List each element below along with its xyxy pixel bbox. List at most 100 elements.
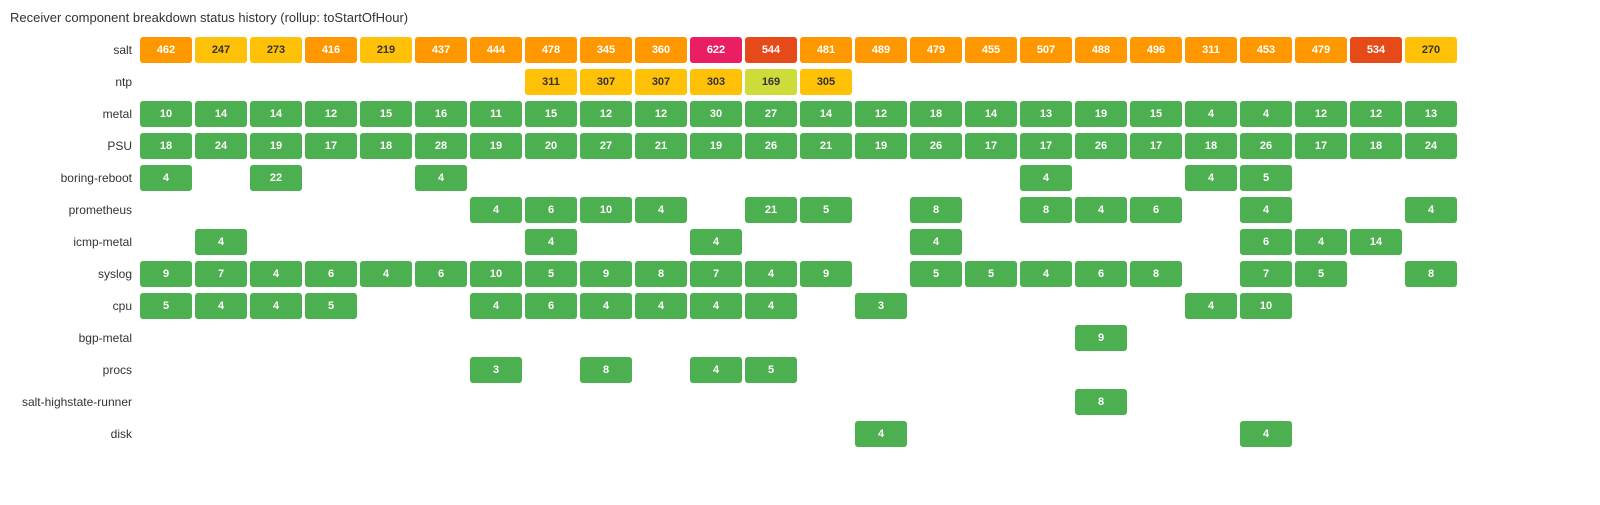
list-item[interactable]: 27 bbox=[745, 101, 797, 127]
list-item[interactable]: 12 bbox=[1295, 101, 1347, 127]
list-item[interactable]: 4 bbox=[1240, 421, 1292, 447]
list-item[interactable]: 8 bbox=[1075, 389, 1127, 415]
list-item[interactable]: 22 bbox=[250, 165, 302, 191]
list-item[interactable]: 5 bbox=[965, 261, 1017, 287]
list-item[interactable]: 273 bbox=[250, 37, 302, 63]
list-item[interactable]: 14 bbox=[1350, 229, 1402, 255]
list-item[interactable]: 10 bbox=[580, 197, 632, 223]
list-item[interactable]: 4 bbox=[580, 293, 632, 319]
list-item[interactable]: 21 bbox=[635, 133, 687, 159]
list-item[interactable]: 4 bbox=[415, 165, 467, 191]
list-item[interactable]: 462 bbox=[140, 37, 192, 63]
list-item[interactable]: 4 bbox=[525, 229, 577, 255]
list-item[interactable]: 481 bbox=[800, 37, 852, 63]
list-item[interactable]: 19 bbox=[250, 133, 302, 159]
list-item[interactable]: 455 bbox=[965, 37, 1017, 63]
list-item[interactable]: 4 bbox=[1295, 229, 1347, 255]
list-item[interactable]: 4 bbox=[635, 197, 687, 223]
list-item[interactable]: 5 bbox=[910, 261, 962, 287]
list-item[interactable]: 9 bbox=[1075, 325, 1127, 351]
list-item[interactable]: 453 bbox=[1240, 37, 1292, 63]
list-item[interactable]: 305 bbox=[800, 69, 852, 95]
list-item[interactable]: 26 bbox=[1240, 133, 1292, 159]
list-item[interactable]: 30 bbox=[690, 101, 742, 127]
list-item[interactable]: 416 bbox=[305, 37, 357, 63]
list-item[interactable]: 4 bbox=[1185, 165, 1237, 191]
list-item[interactable]: 27 bbox=[580, 133, 632, 159]
list-item[interactable]: 5 bbox=[525, 261, 577, 287]
list-item[interactable]: 24 bbox=[195, 133, 247, 159]
list-item[interactable]: 6 bbox=[1075, 261, 1127, 287]
list-item[interactable]: 4 bbox=[745, 293, 797, 319]
list-item[interactable]: 4 bbox=[910, 229, 962, 255]
list-item[interactable]: 10 bbox=[140, 101, 192, 127]
list-item[interactable]: 14 bbox=[195, 101, 247, 127]
list-item[interactable]: 489 bbox=[855, 37, 907, 63]
list-item[interactable]: 4 bbox=[1405, 197, 1457, 223]
list-item[interactable]: 4 bbox=[195, 229, 247, 255]
list-item[interactable]: 7 bbox=[690, 261, 742, 287]
list-item[interactable]: 4 bbox=[1020, 165, 1072, 191]
list-item[interactable]: 18 bbox=[1350, 133, 1402, 159]
list-item[interactable]: 18 bbox=[910, 101, 962, 127]
list-item[interactable]: 16 bbox=[415, 101, 467, 127]
list-item[interactable]: 14 bbox=[800, 101, 852, 127]
list-item[interactable]: 4 bbox=[195, 293, 247, 319]
list-item[interactable]: 24 bbox=[1405, 133, 1457, 159]
list-item[interactable]: 6 bbox=[1130, 197, 1182, 223]
list-item[interactable]: 12 bbox=[580, 101, 632, 127]
list-item[interactable]: 507 bbox=[1020, 37, 1072, 63]
list-item[interactable]: 19 bbox=[470, 133, 522, 159]
list-item[interactable]: 5 bbox=[745, 357, 797, 383]
list-item[interactable]: 219 bbox=[360, 37, 412, 63]
list-item[interactable]: 311 bbox=[525, 69, 577, 95]
list-item[interactable]: 6 bbox=[415, 261, 467, 287]
list-item[interactable]: 11 bbox=[470, 101, 522, 127]
list-item[interactable]: 4 bbox=[470, 293, 522, 319]
list-item[interactable]: 4 bbox=[690, 357, 742, 383]
list-item[interactable]: 7 bbox=[1240, 261, 1292, 287]
list-item[interactable]: 6 bbox=[525, 293, 577, 319]
list-item[interactable]: 19 bbox=[1075, 101, 1127, 127]
list-item[interactable]: 13 bbox=[1405, 101, 1457, 127]
list-item[interactable]: 26 bbox=[745, 133, 797, 159]
list-item[interactable]: 5 bbox=[800, 197, 852, 223]
list-item[interactable]: 496 bbox=[1130, 37, 1182, 63]
list-item[interactable]: 12 bbox=[305, 101, 357, 127]
list-item[interactable]: 10 bbox=[1240, 293, 1292, 319]
list-item[interactable]: 4 bbox=[855, 421, 907, 447]
list-item[interactable]: 14 bbox=[965, 101, 1017, 127]
list-item[interactable]: 479 bbox=[910, 37, 962, 63]
list-item[interactable]: 3 bbox=[470, 357, 522, 383]
list-item[interactable]: 17 bbox=[1295, 133, 1347, 159]
list-item[interactable]: 14 bbox=[250, 101, 302, 127]
list-item[interactable]: 17 bbox=[1130, 133, 1182, 159]
list-item[interactable]: 9 bbox=[800, 261, 852, 287]
list-item[interactable]: 12 bbox=[1350, 101, 1402, 127]
list-item[interactable]: 534 bbox=[1350, 37, 1402, 63]
list-item[interactable]: 17 bbox=[965, 133, 1017, 159]
list-item[interactable]: 8 bbox=[580, 357, 632, 383]
list-item[interactable]: 311 bbox=[1185, 37, 1237, 63]
list-item[interactable]: 28 bbox=[415, 133, 467, 159]
list-item[interactable]: 4 bbox=[360, 261, 412, 287]
list-item[interactable]: 4 bbox=[690, 229, 742, 255]
list-item[interactable]: 17 bbox=[305, 133, 357, 159]
list-item[interactable]: 13 bbox=[1020, 101, 1072, 127]
list-item[interactable]: 20 bbox=[525, 133, 577, 159]
list-item[interactable]: 21 bbox=[800, 133, 852, 159]
list-item[interactable]: 4 bbox=[250, 261, 302, 287]
list-item[interactable]: 12 bbox=[635, 101, 687, 127]
list-item[interactable]: 8 bbox=[635, 261, 687, 287]
list-item[interactable]: 360 bbox=[635, 37, 687, 63]
list-item[interactable]: 4 bbox=[1185, 293, 1237, 319]
list-item[interactable]: 444 bbox=[470, 37, 522, 63]
list-item[interactable]: 4 bbox=[635, 293, 687, 319]
list-item[interactable]: 15 bbox=[360, 101, 412, 127]
list-item[interactable]: 345 bbox=[580, 37, 632, 63]
list-item[interactable]: 4 bbox=[690, 293, 742, 319]
list-item[interactable]: 6 bbox=[305, 261, 357, 287]
list-item[interactable]: 478 bbox=[525, 37, 577, 63]
list-item[interactable]: 303 bbox=[690, 69, 742, 95]
list-item[interactable]: 18 bbox=[1185, 133, 1237, 159]
